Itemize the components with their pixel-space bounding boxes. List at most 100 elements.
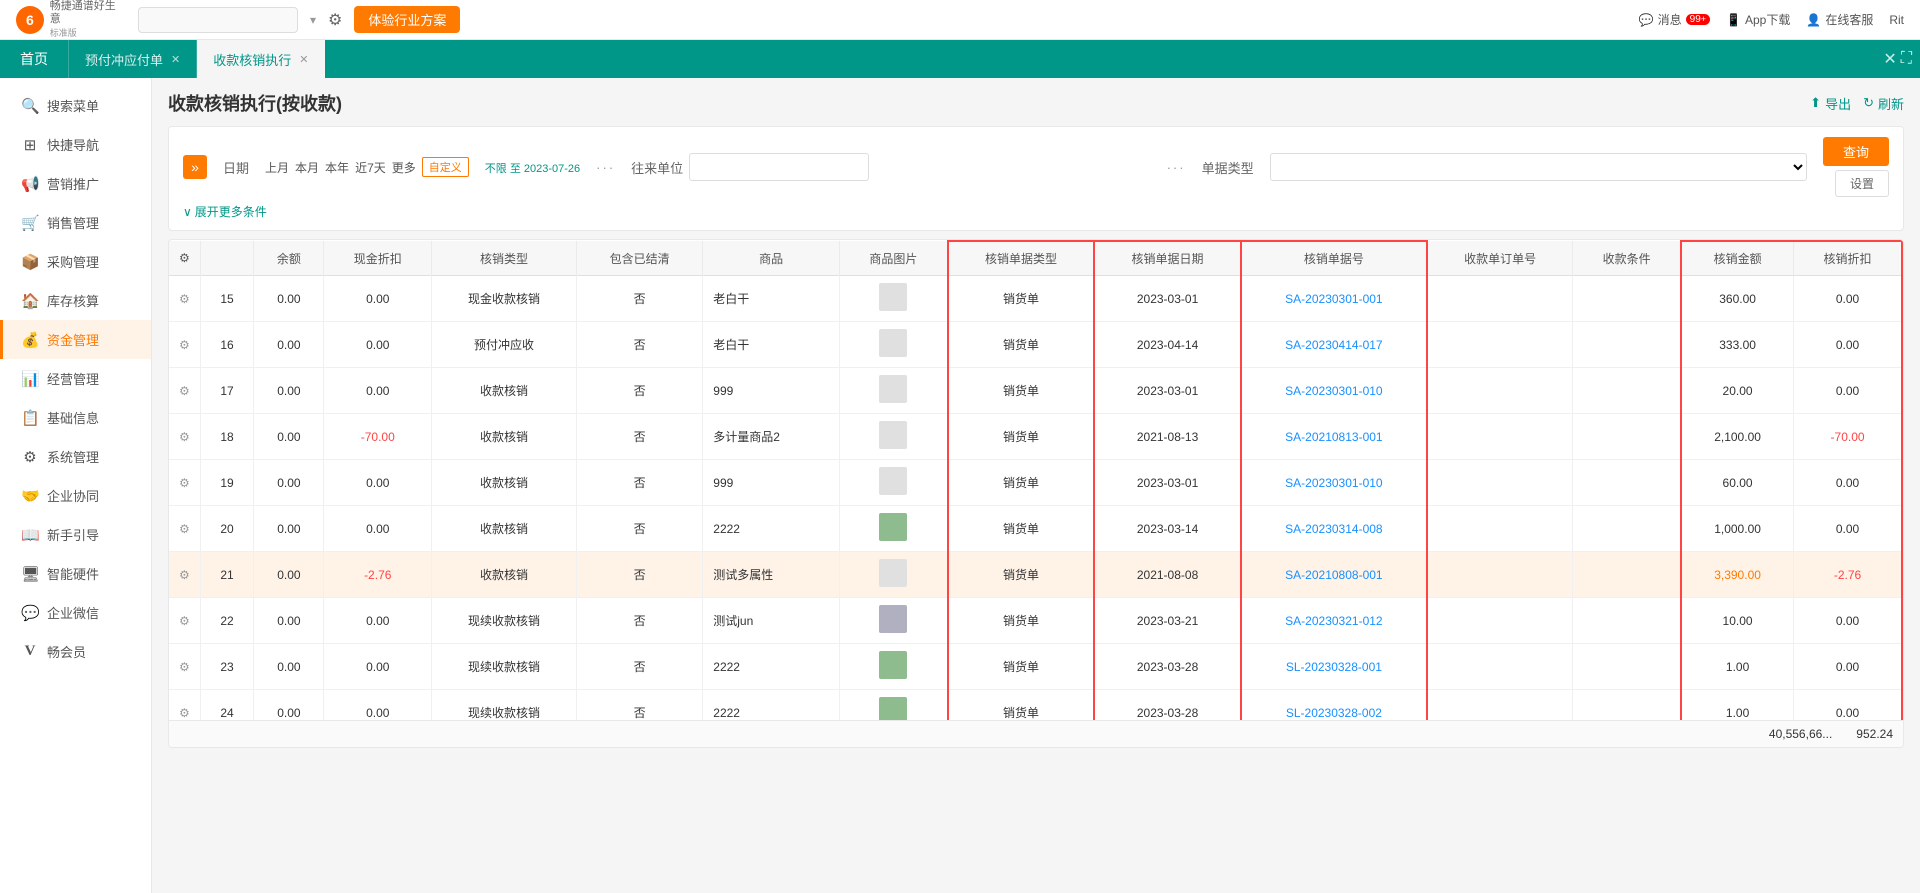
- row-goods-image: [839, 644, 947, 690]
- date-option-this-year[interactable]: 本年: [325, 159, 349, 176]
- row-settings[interactable]: ⚙: [169, 276, 200, 322]
- maximize-icon[interactable]: ⛶: [1901, 50, 1912, 68]
- sidebar-item-hardware[interactable]: 🖥 智能硬件: [0, 554, 151, 593]
- page-title: 收款核销执行(按收款): [168, 90, 342, 116]
- col-settings-header[interactable]: ⚙: [169, 241, 200, 276]
- filter-toggle-button[interactable]: »: [183, 155, 207, 179]
- row-receipt-terms: [1573, 598, 1681, 644]
- row-bill-no: SA-20230301-010: [1241, 368, 1427, 414]
- sidebar-item-wechat[interactable]: 💬 企业微信: [0, 593, 151, 632]
- sidebar-item-purchase[interactable]: 📦 采购管理: [0, 242, 151, 281]
- bill-no-link[interactable]: SL-20230328-001: [1286, 660, 1382, 674]
- table-row: ⚙ 15 0.00 0.00 现金收款核销 否 老白干 销货单 2023-03-…: [169, 276, 1902, 322]
- row-settings[interactable]: ⚙: [169, 506, 200, 552]
- row-bill-date: 2023-03-01: [1094, 276, 1241, 322]
- row-cancel-amount: 20.00: [1681, 368, 1794, 414]
- row-include-settled: 否: [577, 690, 703, 721]
- row-goods: 老白干: [703, 322, 840, 368]
- date-option-this-month[interactable]: 本月: [295, 159, 319, 176]
- sidebar-item-guide[interactable]: 📖 新手引导: [0, 515, 151, 554]
- sidebar-item-search[interactable]: 🔍 搜索菜单: [0, 86, 151, 125]
- row-receipt-terms: [1573, 368, 1681, 414]
- bill-type-select[interactable]: [1270, 153, 1807, 181]
- quicknav-icon: ⊞: [21, 136, 39, 154]
- total-discount: 952.24: [1856, 727, 1893, 741]
- row-cancel-type: 收款核销: [432, 506, 577, 552]
- row-bill-type: 销货单: [948, 368, 1095, 414]
- col-cancel-type-header: 核销类型: [432, 241, 577, 276]
- row-bill-no: SA-20230321-012: [1241, 598, 1427, 644]
- row-bill-date: 2023-03-01: [1094, 368, 1241, 414]
- sidebar-item-member[interactable]: V 畅会员: [0, 632, 151, 671]
- app-download-button[interactable]: 📱 App下载: [1726, 11, 1790, 28]
- member-icon: V: [21, 643, 39, 660]
- bill-no-link[interactable]: SA-20230314-008: [1285, 522, 1382, 536]
- sidebar-item-system[interactable]: ⚙ 系统管理: [0, 437, 151, 476]
- sidebar-item-quicknav-label: 快捷导航: [47, 135, 99, 154]
- bill-no-link[interactable]: SA-20230321-012: [1285, 614, 1382, 628]
- sidebar-item-finance[interactable]: 💰 资金管理: [0, 320, 151, 359]
- col-bill-no-header: 核销单据号: [1241, 241, 1427, 276]
- bill-no-link[interactable]: SA-20230301-010: [1285, 476, 1382, 490]
- row-cancel-amount: 2,100.00: [1681, 414, 1794, 460]
- tab-prepay-close[interactable]: ✕: [171, 53, 180, 66]
- row-receipt-order-no: [1427, 414, 1573, 460]
- query-button[interactable]: 查询: [1823, 137, 1889, 166]
- partner-input[interactable]: [689, 153, 869, 181]
- tab-prepay[interactable]: 预付冲应付单 ✕: [69, 40, 197, 78]
- date-option-last-month[interactable]: 上月: [265, 159, 289, 176]
- row-bill-type: 销货单: [948, 552, 1095, 598]
- sidebar-item-basic-label: 基础信息: [47, 408, 99, 427]
- online-service-button[interactable]: 👤 在线客服: [1806, 11, 1873, 28]
- tab-home[interactable]: 首页: [0, 40, 69, 78]
- tab-receipt-cancel[interactable]: 收款核销执行 ✕: [197, 40, 325, 78]
- custom-date-button[interactable]: 自定义: [422, 157, 469, 177]
- filter-settings-button[interactable]: 设置: [1835, 170, 1889, 197]
- close-window-icon[interactable]: ✕: [1883, 49, 1896, 69]
- solution-button[interactable]: 体验行业方案: [354, 6, 460, 33]
- row-receipt-order-no: [1427, 690, 1573, 721]
- tab-actions: ✕ ⛶: [1875, 40, 1920, 78]
- bill-no-link[interactable]: SA-20230301-010: [1285, 384, 1382, 398]
- tab-home-label: 首页: [20, 49, 48, 69]
- bill-no-link[interactable]: SL-20230328-002: [1286, 706, 1382, 720]
- sidebar-item-inventory[interactable]: 🏠 库存核算: [0, 281, 151, 320]
- date-option-more[interactable]: 更多: [392, 159, 416, 176]
- expand-conditions-button[interactable]: ∨ 展开更多条件: [183, 203, 1889, 220]
- refresh-button[interactable]: ↻ 刷新: [1863, 94, 1904, 113]
- bill-no-link[interactable]: SA-20230414-017: [1285, 338, 1382, 352]
- sidebar-item-cooperation[interactable]: 🤝 企业协同: [0, 476, 151, 515]
- row-settings[interactable]: ⚙: [169, 368, 200, 414]
- row-settings[interactable]: ⚙: [169, 414, 200, 460]
- gear-icon[interactable]: ⚙: [328, 10, 342, 30]
- bill-no-link[interactable]: SA-20210813-001: [1285, 430, 1382, 444]
- export-button[interactable]: ⬆ 导出: [1810, 94, 1851, 113]
- bill-no-link[interactable]: SA-20210808-001: [1285, 568, 1382, 582]
- sidebar-item-marketing[interactable]: 📢 营销推广: [0, 164, 151, 203]
- row-settings[interactable]: ⚙: [169, 322, 200, 368]
- row-cancel-discount: 0.00: [1794, 276, 1902, 322]
- row-goods-image: [839, 690, 947, 721]
- sidebar-item-basic[interactable]: 📋 基础信息: [0, 398, 151, 437]
- row-settings[interactable]: ⚙: [169, 598, 200, 644]
- sidebar-item-sales[interactable]: 🛒 销售管理: [0, 203, 151, 242]
- chevron-down-icon[interactable]: ▾: [310, 13, 316, 27]
- row-settings[interactable]: ⚙: [169, 552, 200, 598]
- bill-no-link[interactable]: SA-20230301-001: [1285, 292, 1382, 306]
- row-bill-type: 销货单: [948, 506, 1095, 552]
- row-cancel-discount: 0.00: [1794, 322, 1902, 368]
- row-index: 23: [200, 644, 254, 690]
- row-settings[interactable]: ⚙: [169, 690, 200, 721]
- row-bill-no: SA-20230301-010: [1241, 460, 1427, 506]
- row-settings[interactable]: ⚙: [169, 460, 200, 506]
- search-input[interactable]: [138, 7, 298, 33]
- row-cash-discount: 0.00: [324, 276, 432, 322]
- sidebar-item-quicknav[interactable]: ⊞ 快捷导航: [0, 125, 151, 164]
- table-scroll-area[interactable]: ⚙ 余额 现金折扣 核销类型 包含已结清 商品 商品图片 核销单据类型 核销单据…: [169, 240, 1903, 720]
- row-bill-no: SA-20230414-017: [1241, 322, 1427, 368]
- date-option-last-7-days[interactable]: 近7天: [355, 159, 386, 176]
- tab-receipt-cancel-close[interactable]: ✕: [299, 53, 308, 66]
- row-settings[interactable]: ⚙: [169, 644, 200, 690]
- sidebar-item-operations[interactable]: 📊 经营管理: [0, 359, 151, 398]
- message-button[interactable]: 💬 消息 99+: [1639, 11, 1710, 28]
